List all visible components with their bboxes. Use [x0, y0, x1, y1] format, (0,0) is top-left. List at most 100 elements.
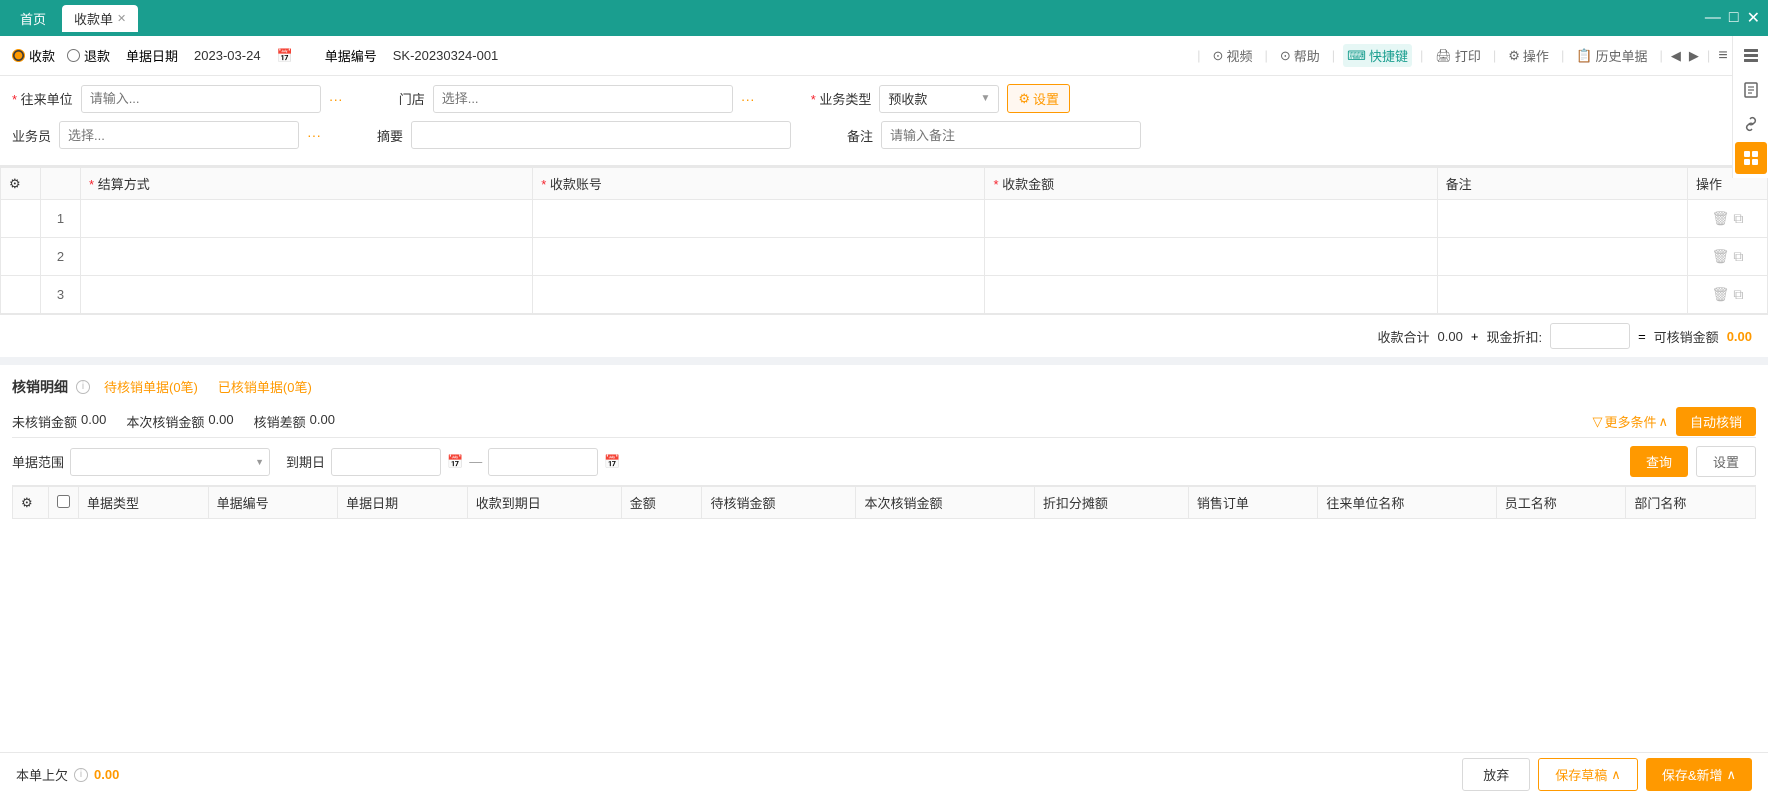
- unverified-value: 0.00: [81, 412, 106, 431]
- gear-icon: ⚙: [1018, 91, 1030, 107]
- list-view-icon[interactable]: ≡: [1718, 47, 1727, 65]
- row-1-amount[interactable]: [985, 200, 1437, 238]
- staff-input[interactable]: [59, 121, 299, 149]
- close-icon[interactable]: ✕: [1747, 8, 1760, 28]
- sidebar-table-icon[interactable]: [1735, 40, 1767, 72]
- close-tab-icon[interactable]: ✕: [117, 12, 126, 25]
- table-row: 1 🗑 ⧉: [1, 200, 1768, 238]
- row-2-actions: 🗑 ⧉: [1688, 238, 1768, 276]
- staff-more-btn[interactable]: ···: [307, 127, 321, 143]
- summary-input[interactable]: [411, 121, 791, 149]
- btcol-checkbox[interactable]: [49, 487, 79, 519]
- btcol-counterparty: 往来单位名称: [1318, 487, 1496, 519]
- history-btn[interactable]: 📋 历史单据: [1572, 44, 1651, 67]
- sidebar-active-icon[interactable]: [1735, 142, 1767, 174]
- nav-home[interactable]: 首页: [8, 5, 58, 32]
- discount-input[interactable]: [1550, 323, 1630, 349]
- calendar-from-icon[interactable]: 📅: [447, 454, 463, 470]
- row-num-2: 2: [41, 238, 81, 276]
- this-doc-label: 本单上欠: [16, 765, 68, 784]
- counterparty-input[interactable]: [81, 85, 321, 113]
- row-2-remark[interactable]: [1437, 238, 1687, 276]
- btcol-staff: 员工名称: [1496, 487, 1626, 519]
- col-account: * 收款账号: [533, 168, 985, 200]
- table-settings-col[interactable]: ⚙: [1, 168, 41, 200]
- shop-input[interactable]: [433, 85, 733, 113]
- due-date-to[interactable]: 2022-04-12: [488, 448, 598, 476]
- sidebar-link-icon[interactable]: [1735, 108, 1767, 140]
- sidebar-doc-icon[interactable]: [1735, 74, 1767, 106]
- minimize-icon[interactable]: —: [1705, 9, 1721, 27]
- shortcut-btn[interactable]: ⌨ 快捷键: [1343, 44, 1412, 67]
- operation-btn[interactable]: ⚙ 操作: [1504, 44, 1553, 67]
- print-icon: 🖨: [1435, 48, 1452, 64]
- remark-input[interactable]: [881, 121, 1141, 149]
- delete-row-3-btn[interactable]: 🗑: [1712, 286, 1730, 303]
- shop-more-btn[interactable]: ···: [741, 91, 755, 107]
- total-value: 0.00: [1438, 329, 1463, 344]
- summary-label: 摘要: [377, 126, 403, 145]
- hexiao-info-icon[interactable]: i: [76, 380, 90, 394]
- range-field: 单据范围: [12, 448, 270, 476]
- this-doc-info-icon[interactable]: i: [74, 768, 88, 782]
- row-2-settle[interactable]: [81, 238, 533, 276]
- btcol-gear[interactable]: ⚙: [13, 487, 49, 519]
- delete-row-1-btn[interactable]: 🗑: [1712, 210, 1730, 227]
- print-btn[interactable]: 🖨 打印: [1431, 44, 1485, 67]
- btcol-dept: 部门名称: [1626, 487, 1756, 519]
- row-3-amount[interactable]: [985, 276, 1437, 314]
- query-button[interactable]: 查询: [1630, 446, 1688, 477]
- row-1-account[interactable]: [533, 200, 985, 238]
- save-new-button[interactable]: 保存&新增 ∧: [1646, 758, 1752, 791]
- hexiao-stats: 未核销金额 0.00 本次核销金额 0.00 核销差额 0.00: [12, 406, 335, 437]
- counterparty-more-btn[interactable]: ···: [329, 91, 343, 107]
- radio-receipt[interactable]: 收款: [12, 46, 55, 65]
- nav-tab-receipt[interactable]: 收款单 ✕: [62, 5, 138, 32]
- video-btn[interactable]: ⊙ 视频: [1209, 44, 1257, 67]
- row-3-settle[interactable]: [81, 276, 533, 314]
- copy-row-3-btn[interactable]: ⧉: [1733, 286, 1743, 303]
- delete-row-2-btn[interactable]: 🗑: [1712, 248, 1730, 265]
- setting-button[interactable]: ⚙ 设置: [1007, 84, 1070, 113]
- prev-icon[interactable]: ◀: [1671, 48, 1681, 64]
- copy-row-1-btn[interactable]: ⧉: [1733, 210, 1743, 227]
- diff-label: 核销差额: [254, 412, 306, 431]
- more-conditions-btn[interactable]: ▽ 更多条件 ∧: [1592, 412, 1668, 431]
- diff-stat: 核销差额 0.00: [254, 412, 335, 431]
- date-value[interactable]: 2023-03-24: [194, 48, 261, 63]
- top-nav-right: — □ ✕: [1705, 8, 1760, 28]
- copy-row-2-btn[interactable]: ⧉: [1733, 248, 1743, 265]
- maximize-icon[interactable]: □: [1729, 9, 1739, 27]
- abandon-button[interactable]: 放弃: [1462, 758, 1530, 791]
- available-value: 0.00: [1727, 329, 1752, 344]
- business-type-select[interactable]: 预收款 ▼: [879, 85, 999, 113]
- help-btn[interactable]: ⊙ 帮助: [1276, 44, 1324, 67]
- section-divider: [0, 357, 1768, 365]
- col-remark: 备注: [1437, 168, 1687, 200]
- hexiao-stats-right: ▽ 更多条件 ∧ 自动核销: [1592, 407, 1756, 436]
- save-draft-button[interactable]: 保存草稿 ∧: [1538, 758, 1638, 791]
- next-icon[interactable]: ▶: [1689, 48, 1699, 64]
- hexiao-done-tab[interactable]: 已核销单据(0笔): [212, 375, 318, 398]
- row-3-account[interactable]: [533, 276, 985, 314]
- btcol-date: 单据日期: [338, 487, 468, 519]
- date-label: 单据日期: [126, 46, 178, 65]
- video-label: 视频: [1226, 46, 1252, 65]
- row-1-remark[interactable]: [1437, 200, 1687, 238]
- setting-label: 设置: [1033, 89, 1059, 108]
- calendar-icon[interactable]: 📅: [277, 48, 293, 64]
- filter-row: 单据范围 到期日 2022-04-01 📅 — 2022-04-12 📅 查询 …: [12, 437, 1756, 486]
- radio-refund[interactable]: 退款: [67, 46, 110, 65]
- due-date-from[interactable]: 2022-04-01: [331, 448, 441, 476]
- receipt-type-radio: 收款 退款: [12, 46, 110, 65]
- auto-hexiao-button[interactable]: 自动核销: [1676, 407, 1756, 436]
- row-3-remark[interactable]: [1437, 276, 1687, 314]
- range-select[interactable]: [70, 448, 270, 476]
- row-2-account[interactable]: [533, 238, 985, 276]
- main-content: 收款 退款 单据日期 2023-03-24 📅 单据编号 SK-20230324…: [0, 36, 1768, 796]
- row-1-settle[interactable]: [81, 200, 533, 238]
- row-2-amount[interactable]: [985, 238, 1437, 276]
- calendar-to-icon[interactable]: 📅: [604, 454, 620, 470]
- hexiao-pending-tab[interactable]: 待核销单据(0笔): [98, 375, 204, 398]
- filter-settings-button[interactable]: 设置: [1696, 446, 1756, 477]
